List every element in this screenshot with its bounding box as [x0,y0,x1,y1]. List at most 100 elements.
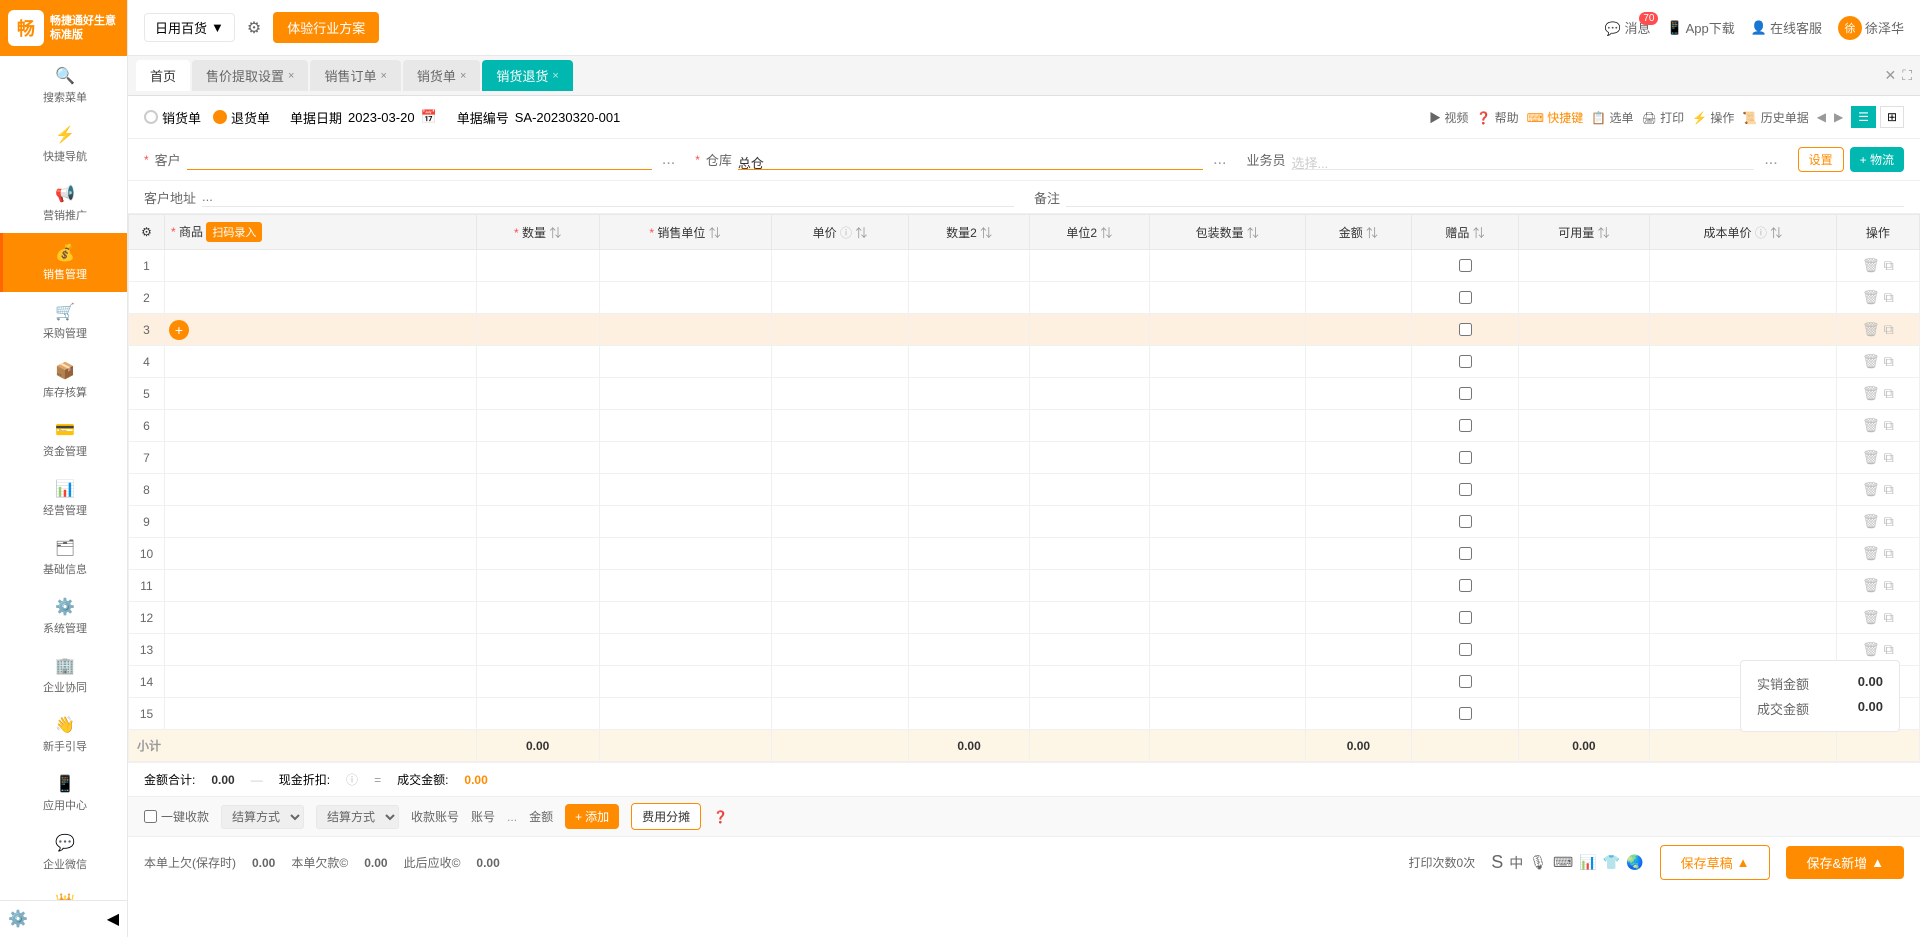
pack-qty-cell-11[interactable] [1149,570,1305,602]
cost-price-cell-11[interactable] [1649,570,1836,602]
gift-cell-9[interactable] [1412,506,1519,538]
warehouse-input[interactable]: 总仓 [738,150,1203,170]
payment-help-icon[interactable]: ❓ [713,810,728,824]
add-row-btn[interactable]: + [169,320,189,340]
price-cell-14[interactable] [771,666,909,698]
toolbar-icon-5[interactable]: 👕 [1603,854,1620,871]
unit-cell-15[interactable] [599,698,771,730]
product-cell-1[interactable] [165,250,477,282]
copy-row-btn-11[interactable]: ⧉ [1884,577,1894,594]
sidebar-item-vip[interactable]: 👑 畅会员 [0,882,127,900]
customer-input[interactable] [187,150,652,170]
unit-cell-1[interactable] [599,250,771,282]
qty-cell-2[interactable] [476,282,599,314]
qty-cell-9[interactable] [476,506,599,538]
unit2-cell-7[interactable] [1029,442,1149,474]
price-cell-15[interactable] [771,698,909,730]
qty-cell-3[interactable] [476,314,599,346]
pack-sort-icon[interactable]: ⇅ [1247,226,1259,240]
sidebar-item-newuser[interactable]: 👋 新手引导 [0,705,127,764]
unit-cell-14[interactable] [599,666,771,698]
add-payment-btn[interactable]: + 添加 [565,804,619,829]
tab-price-setting[interactable]: 售价提取设置 × [192,60,308,91]
one-click-pay-input[interactable] [144,810,157,823]
price-cell-5[interactable] [771,378,909,410]
tab-sales-return[interactable]: 销货退货 × [482,60,572,91]
product-cell-4[interactable] [165,346,477,378]
copy-row-btn-10[interactable]: ⧉ [1884,545,1894,562]
available-cell-10[interactable] [1518,538,1649,570]
delete-row-btn-11[interactable]: 🗑 [1862,577,1880,594]
amount-cell-12[interactable] [1305,602,1412,634]
qty2-cell-3[interactable] [909,314,1029,346]
gift-checkbox-5[interactable] [1459,387,1472,400]
view-list-btn[interactable]: ☰ [1851,106,1876,128]
cost-price-cell-8[interactable] [1649,474,1836,506]
unit-cell-6[interactable] [599,410,771,442]
product-cell-15[interactable] [165,698,477,730]
copy-row-btn-5[interactable]: ⧉ [1884,385,1894,402]
delete-row-btn-3[interactable]: 🗑 [1862,321,1880,338]
unit-cell-11[interactable] [599,570,771,602]
delete-row-btn-10[interactable]: 🗑 [1862,545,1880,562]
gift-checkbox-1[interactable] [1459,259,1472,272]
tab-sales[interactable]: 销货单 × [403,60,480,91]
gift-checkbox-11[interactable] [1459,579,1472,592]
available-cell-15[interactable] [1518,698,1649,730]
amount-cell-4[interactable] [1305,346,1412,378]
gift-cell-3[interactable] [1412,314,1519,346]
view-grid-btn[interactable]: ⊞ [1880,106,1904,128]
amount-cell-7[interactable] [1305,442,1412,474]
shortcut-key-btn[interactable]: ⌨ 快捷键 [1527,109,1584,126]
cost-price-cell-12[interactable] [1649,602,1836,634]
amount-cell-1[interactable] [1305,250,1412,282]
gift-checkbox-12[interactable] [1459,611,1472,624]
delete-row-btn-2[interactable]: 🗑 [1862,289,1880,306]
unit2-cell-9[interactable] [1029,506,1149,538]
unit-cell-7[interactable] [599,442,771,474]
gift-cell-5[interactable] [1412,378,1519,410]
copy-row-btn-2[interactable]: ⧉ [1884,289,1894,306]
pack-qty-cell-7[interactable] [1149,442,1305,474]
gift-checkbox-13[interactable] [1459,643,1472,656]
available-cell-7[interactable] [1518,442,1649,474]
message-badge-container[interactable]: 💬 消息 70 [1605,18,1651,37]
unit-cell-2[interactable] [599,282,771,314]
gift-cell-8[interactable] [1412,474,1519,506]
available-cell-6[interactable] [1518,410,1649,442]
cost-price-cell-3[interactable] [1649,314,1836,346]
tab-close-icon[interactable]: ✕ [1884,67,1896,84]
warehouse-dots[interactable]: ... [1213,151,1226,169]
unit-cell-5[interactable] [599,378,771,410]
copy-row-btn-8[interactable]: ⧉ [1884,481,1894,498]
copy-row-btn-6[interactable]: ⧉ [1884,417,1894,434]
copy-row-btn-12[interactable]: ⧉ [1884,609,1894,626]
gift-cell-2[interactable] [1412,282,1519,314]
unit2-cell-3[interactable] [1029,314,1149,346]
one-click-pay-checkbox[interactable]: 一键收款 [144,808,209,825]
sidebar-item-system[interactable]: ⚙️ 系统管理 [0,587,127,646]
industry-select[interactable]: 日用百货 ▼ [144,13,235,42]
settings-gear-icon[interactable]: ⚙ [247,18,261,38]
price-cell-10[interactable] [771,538,909,570]
price-cell-3[interactable] [771,314,909,346]
pack-qty-cell-4[interactable] [1149,346,1305,378]
copy-row-btn-1[interactable]: ⧉ [1884,257,1894,274]
print-btn[interactable]: 🖨 打印 [1642,109,1685,126]
unit-cell-10[interactable] [599,538,771,570]
pack-qty-cell-1[interactable] [1149,250,1305,282]
pack-qty-cell-8[interactable] [1149,474,1305,506]
cost-price-cell-6[interactable] [1649,410,1836,442]
qty-cell-7[interactable] [476,442,599,474]
available-cell-1[interactable] [1518,250,1649,282]
sidebar-item-purchase[interactable]: 🛒 采购管理 [0,292,127,351]
product-cell-13[interactable] [165,634,477,666]
qty-sort-icon[interactable]: ⇅ [549,226,561,240]
tab-price-setting-close[interactable]: × [288,70,294,82]
pack-qty-cell-6[interactable] [1149,410,1305,442]
add-logistics-btn[interactable]: + 物流 [1850,147,1904,172]
select-order-btn[interactable]: 📋 选单 [1591,109,1633,126]
unit-cell-9[interactable] [599,506,771,538]
product-cell-12[interactable] [165,602,477,634]
available-cell-11[interactable] [1518,570,1649,602]
